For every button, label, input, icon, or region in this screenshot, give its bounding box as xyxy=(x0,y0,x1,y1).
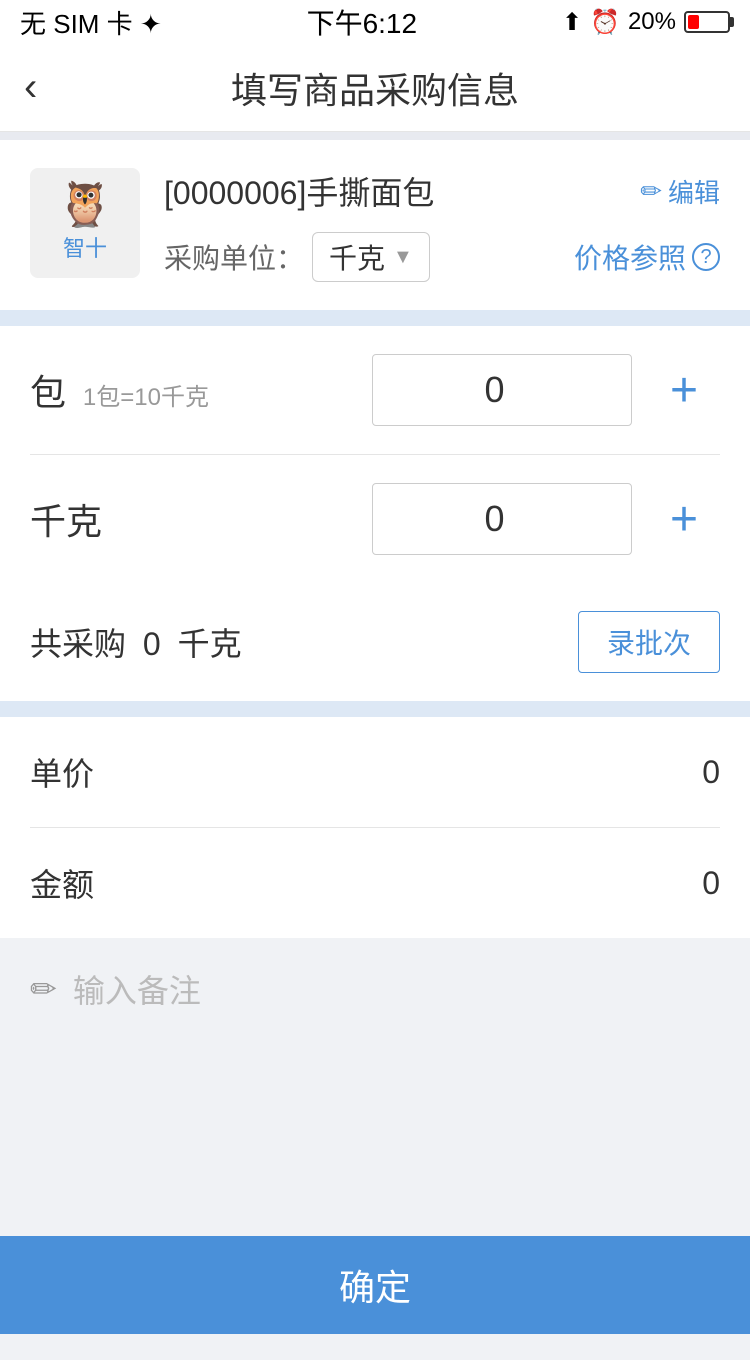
product-image: 🦉 智十 xyxy=(30,168,140,278)
price-ref-label: 价格参照 xyxy=(574,237,686,277)
sim-status: 无 SIM 卡 ✦ xyxy=(20,4,162,41)
page-title: 填写商品采购信息 xyxy=(231,62,519,114)
amount-row: 金额 0 xyxy=(0,828,750,938)
battery-icon xyxy=(684,11,730,33)
alarm-icon: ⏰ xyxy=(590,8,620,37)
kg-label: 千克 xyxy=(30,493,102,545)
edit-label: 编辑 xyxy=(668,173,720,210)
edit-icon: ✏ xyxy=(640,176,662,207)
bao-plus-button[interactable]: + xyxy=(648,354,720,426)
kg-input-right: + xyxy=(102,483,720,555)
summary-unit: 千克 xyxy=(178,626,242,662)
product-logo-icon: 🦉 xyxy=(58,183,113,227)
remark-section[interactable]: ✏ 输入备注 xyxy=(0,938,750,1040)
battery-percent: 20% xyxy=(628,8,676,36)
kg-plus-button[interactable]: + xyxy=(648,483,720,555)
unit-value: 千克 xyxy=(329,237,385,277)
summary-label: 共采购 xyxy=(30,626,126,662)
unit-label: 采购单位： xyxy=(164,237,304,277)
status-right: ⬆ ⏰ 20% xyxy=(562,8,730,37)
product-name: [0000006]手撕面包 xyxy=(164,168,434,214)
confirm-button[interactable]: 确定 xyxy=(0,1236,750,1334)
product-info: [0000006]手撕面包 ✏ 编辑 采购单位： 千克 ▼ 价格参照 ? xyxy=(164,168,720,282)
price-section: 单价 0 金额 0 xyxy=(0,717,750,938)
location-icon: ⬆ xyxy=(562,8,582,37)
unit-price-row: 单价 0 xyxy=(0,717,750,827)
remark-placeholder: 输入备注 xyxy=(73,966,201,1012)
bao-input-row: 包 1包=10千克 + xyxy=(0,326,750,454)
summary-row: 共采购 0 千克 录批次 xyxy=(0,583,750,701)
bao-label: 包 1包=10千克 xyxy=(30,364,209,416)
input-section: 包 1包=10千克 + 千克 + xyxy=(0,326,750,583)
product-logo-label: 智十 xyxy=(63,231,107,263)
kg-input-row: 千克 + xyxy=(0,455,750,583)
back-button[interactable]: ‹ xyxy=(24,65,37,110)
status-left: 无 SIM 卡 ✦ xyxy=(20,4,162,41)
help-icon: ? xyxy=(692,243,720,271)
status-bar: 无 SIM 卡 ✦ 下午6:12 ⬆ ⏰ 20% xyxy=(0,0,750,44)
unit-row: 采购单位： 千克 ▼ 价格参照 ? xyxy=(164,232,720,282)
unit-price-value: 0 xyxy=(702,754,720,791)
amount-value: 0 xyxy=(702,865,720,902)
bao-label-sub: 1包=10千克 xyxy=(83,384,209,411)
section-divider-1 xyxy=(0,310,750,326)
product-card: 🦉 智十 [0000006]手撕面包 ✏ 编辑 采购单位： 千克 ▼ 价格参照 … xyxy=(0,140,750,310)
pencil-icon: ✏ xyxy=(30,970,57,1008)
section-divider-2 xyxy=(0,701,750,717)
nav-bar: ‹ 填写商品采购信息 xyxy=(0,44,750,132)
kg-label-main: 千克 xyxy=(30,501,102,542)
kg-quantity-input[interactable] xyxy=(372,483,632,555)
bao-input-right: + xyxy=(209,354,720,426)
status-time: 下午6:12 xyxy=(307,2,418,42)
batch-button[interactable]: 录批次 xyxy=(578,611,720,673)
amount-label: 金额 xyxy=(30,860,94,906)
unit-price-label: 单价 xyxy=(30,749,94,795)
bao-quantity-input[interactable] xyxy=(372,354,632,426)
summary-text: 共采购 0 千克 xyxy=(30,619,242,665)
bao-label-main: 包 xyxy=(30,372,66,413)
price-ref-button[interactable]: 价格参照 ? xyxy=(574,237,720,277)
unit-select[interactable]: 千克 ▼ xyxy=(312,232,430,282)
chevron-down-icon: ▼ xyxy=(393,246,413,269)
top-divider xyxy=(0,132,750,140)
edit-button[interactable]: ✏ 编辑 xyxy=(640,173,720,210)
product-name-row: [0000006]手撕面包 ✏ 编辑 xyxy=(164,168,720,214)
summary-amount: 0 xyxy=(143,626,161,662)
